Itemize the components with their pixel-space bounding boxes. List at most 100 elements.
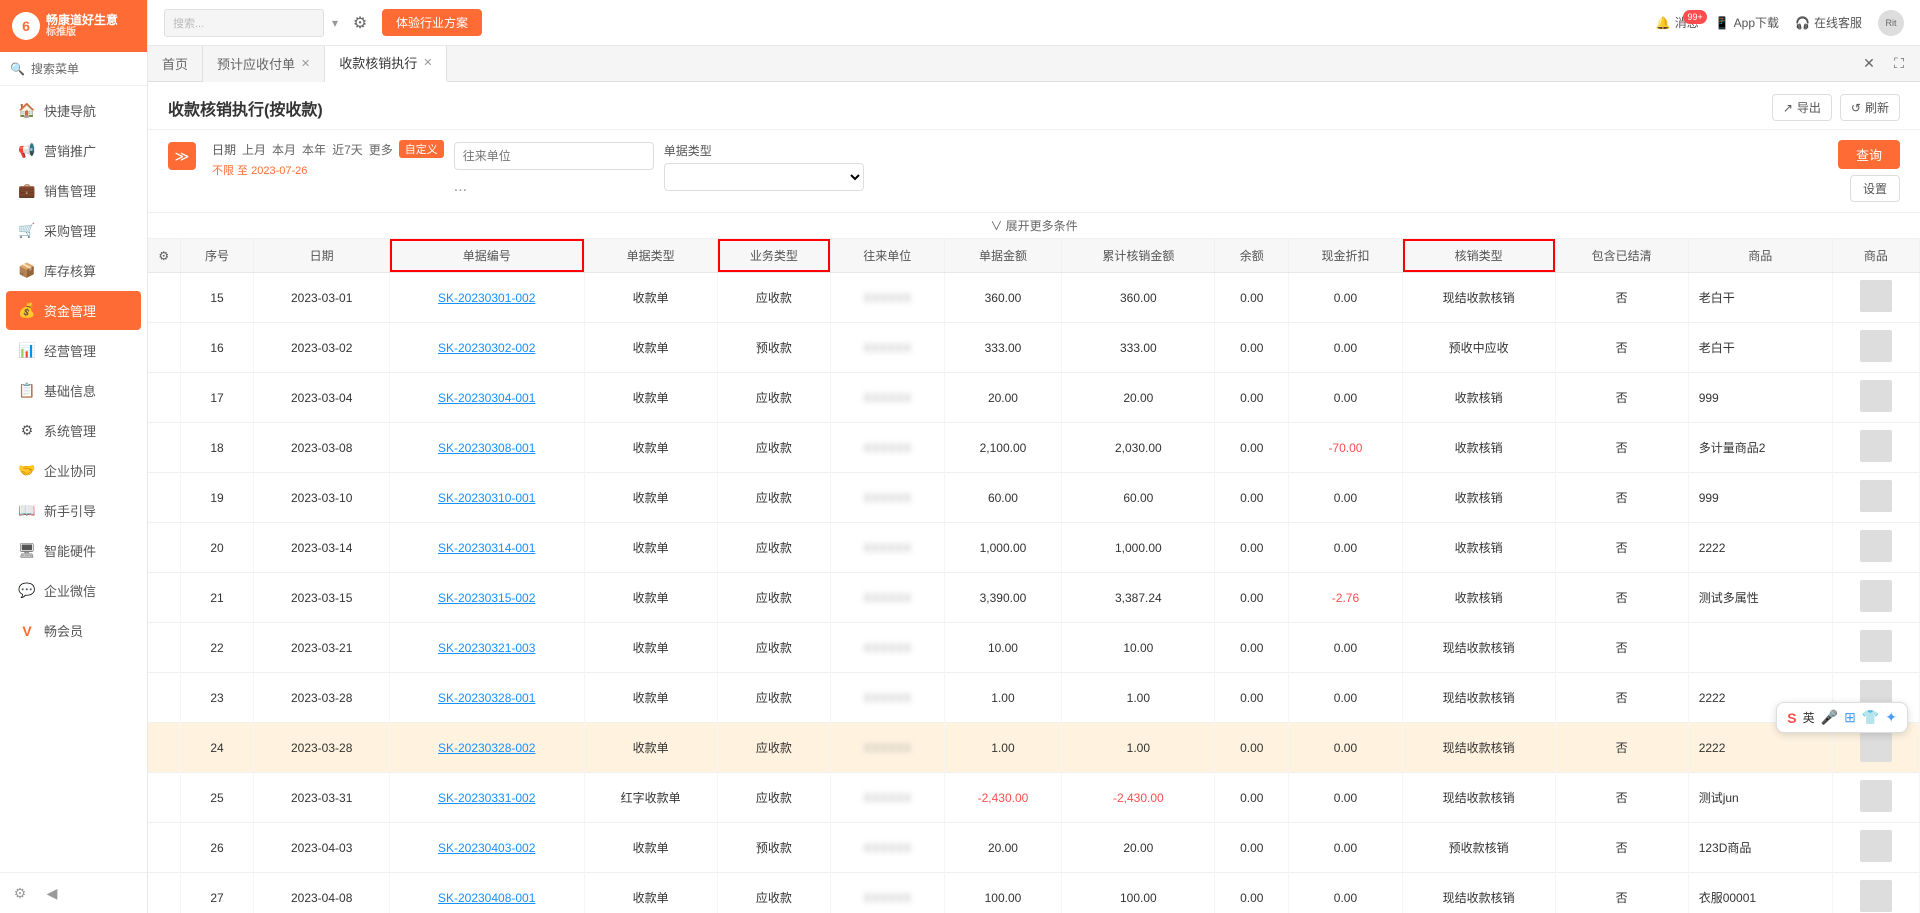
table-cell: 否 (1555, 623, 1688, 673)
date-this-year[interactable]: 本年 (302, 141, 326, 158)
table-cell: 否 (1555, 473, 1688, 523)
date-last-month[interactable]: 上月 (242, 141, 266, 158)
tab-home-label: 首页 (162, 54, 188, 73)
date-more[interactable]: 更多 (369, 141, 393, 158)
date-last-7days[interactable]: 近7天 (332, 141, 363, 158)
table-cell: 现结收款核销 (1402, 873, 1555, 913)
table-cell: 20.00 (1062, 373, 1215, 423)
single-no-link[interactable]: SK-20230328-001 (389, 673, 584, 723)
sidebar-item-system[interactable]: ⚙ 系统管理 (6, 411, 141, 450)
table-cell: 收款单 (584, 373, 717, 423)
ime-mic-icon[interactable]: 🎤 (1821, 709, 1838, 726)
single-no-link[interactable]: SK-20230310-001 (389, 473, 584, 523)
topbar-gear-button[interactable]: ⚙ (346, 9, 374, 37)
table-row: 192023-03-10SK-20230310-001收款单应收款XXXXXX6… (148, 473, 1920, 523)
sidebar-item-enterprise[interactable]: 🤝 企业协同 (6, 451, 141, 490)
single-no-link[interactable]: SK-20230328-002 (389, 723, 584, 773)
filter-bar: ≫ 日期 上月 本月 本年 近7天 更多 自定义 不限 至 2023-07-26 (148, 130, 1920, 213)
sidebar-item-hardware[interactable]: 🖥 智能硬件 (6, 531, 141, 570)
table-cell: 2023-03-21 (254, 623, 389, 673)
sidebar-item-guide[interactable]: 📖 新手引导 (6, 491, 141, 530)
date-this-month[interactable]: 本月 (272, 141, 296, 158)
tab-write-off-label: 收款核销执行 (339, 53, 417, 72)
query-button[interactable]: 查询 (1838, 140, 1900, 169)
user-avatar[interactable]: Rit (1878, 10, 1904, 36)
table-cell: 预收中应收 (1402, 323, 1555, 373)
sidebar-item-sales[interactable]: 💼 销售管理 (6, 171, 141, 210)
data-table: ⚙ 序号 日期 单据编号 单据类型 业务类型 往来单位 单据 (148, 239, 1920, 913)
sidebar-item-member[interactable]: V 畅会员 (6, 611, 141, 650)
counterparty-input[interactable] (454, 142, 654, 170)
ime-shirt-icon[interactable]: 👕 (1862, 709, 1879, 726)
sidebar-search[interactable]: 🔍 搜索菜单 (0, 52, 147, 86)
single-no-link[interactable]: SK-20230331-002 (389, 773, 584, 823)
single-no-link[interactable]: SK-20230403-002 (389, 823, 584, 873)
counterparty-dots[interactable]: ... (454, 174, 654, 196)
sidebar-item-wechat[interactable]: 💬 企业微信 (6, 571, 141, 610)
table-cell: 收款核销 (1402, 523, 1555, 573)
table-cell: 0.00 (1215, 773, 1289, 823)
sidebar-item-marketing[interactable]: 📢 营销推广 (6, 131, 141, 170)
app-download-button[interactable]: 📱 App下载 (1715, 14, 1779, 31)
table-row: 222023-03-21SK-20230321-003收款单应收款XXXXXX1… (148, 623, 1920, 673)
tab-pending-close[interactable]: ✕ (301, 57, 310, 70)
table-cell: 0.00 (1215, 473, 1289, 523)
table-cell: 收款单 (584, 823, 717, 873)
date-custom-button[interactable]: 自定义 (399, 140, 444, 158)
ime-grid-icon[interactable]: ⊞ (1844, 709, 1856, 726)
export-button[interactable]: ↗ 导出 (1772, 94, 1832, 121)
topbar-chevron-icon[interactable]: ▾ (332, 16, 338, 30)
settings-bottom-icon[interactable]: ⚙ (8, 881, 32, 905)
notifications-button[interactable]: 🔔 消息 99+ (1656, 14, 1699, 31)
single-no-link[interactable]: SK-20230304-001 (389, 373, 584, 423)
single-no-link[interactable]: SK-20230315-002 (389, 573, 584, 623)
table-cell: 收款单 (584, 473, 717, 523)
topbar-title-area: 搜索... ▾ ⚙ 体验行业方案 (164, 9, 1644, 37)
tab-pending[interactable]: 预计应收付单 ✕ (203, 46, 325, 82)
single-no-link[interactable]: SK-20230408-001 (389, 873, 584, 913)
table-cell: 1.00 (1062, 673, 1215, 723)
collapse-icon[interactable]: ◀ (40, 881, 64, 905)
sidebar-item-basic[interactable]: 📋 基础信息 (6, 371, 141, 410)
sidebar-item-finance[interactable]: 💰 资金管理 (6, 291, 141, 330)
single-no-link[interactable]: SK-20230314-001 (389, 523, 584, 573)
table-cell: 收款单 (584, 523, 717, 573)
table-cell: 1,000.00 (944, 523, 1062, 573)
table-cell: 应收款 (717, 873, 830, 913)
sidebar-item-label: 经营管理 (44, 341, 96, 360)
filter-toggle-button[interactable]: ≫ (168, 142, 196, 170)
tab-maximize-button[interactable]: ⛶ (1886, 51, 1912, 77)
single-no-link[interactable]: SK-20230302-002 (389, 323, 584, 373)
online-service-button[interactable]: 🎧 在线客服 (1795, 14, 1862, 31)
filter-settings-button[interactable]: 设置 (1850, 175, 1900, 202)
ime-badge[interactable]: S 英 🎤 ⊞ 👕 ✦ (1776, 702, 1908, 733)
table-cell: 26 (180, 823, 254, 873)
topbar-title-input[interactable]: 搜索... (164, 9, 324, 37)
sidebar-logo: 6 畅康道好生意 标推版 (0, 0, 147, 52)
single-no-link[interactable]: SK-20230301-002 (389, 273, 584, 323)
sidebar-item-shortcut[interactable]: 🏠 快捷导航 (6, 91, 141, 130)
ime-star-icon[interactable]: ✦ (1885, 709, 1897, 726)
th-settings[interactable]: ⚙ (148, 239, 180, 273)
single-type-select[interactable] (664, 163, 864, 191)
single-no-link[interactable]: SK-20230308-001 (389, 423, 584, 473)
sidebar-item-label: 采购管理 (44, 221, 96, 240)
tab-home[interactable]: 首页 (148, 46, 203, 82)
table-cell (1832, 873, 1919, 913)
tab-write-off-close[interactable]: ✕ (423, 56, 432, 69)
table-cell: 60.00 (944, 473, 1062, 523)
table-row: 272023-04-08SK-20230408-001收款单应收款XXXXXX1… (148, 873, 1920, 913)
single-no-link[interactable]: SK-20230321-003 (389, 623, 584, 673)
sidebar-item-operations[interactable]: 📊 经营管理 (6, 331, 141, 370)
table-cell (1832, 573, 1919, 623)
sidebar-item-purchase[interactable]: 🛒 采购管理 (6, 211, 141, 250)
industry-solution-button[interactable]: 体验行业方案 (382, 9, 482, 36)
table-row: 242023-03-28SK-20230328-002收款单应收款XXXXXX1… (148, 723, 1920, 773)
tab-close-all-button[interactable]: ✕ (1856, 51, 1882, 77)
sidebar-item-inventory[interactable]: 📦 库存核算 (6, 251, 141, 290)
table-cell: 2,030.00 (1062, 423, 1215, 473)
table-cell: 0.00 (1289, 823, 1402, 873)
refresh-button[interactable]: ↺ 刷新 (1840, 94, 1900, 121)
tab-write-off[interactable]: 收款核销执行 ✕ (325, 46, 447, 82)
expand-filter-row[interactable]: ∨ 展开更多条件 (148, 213, 1920, 239)
